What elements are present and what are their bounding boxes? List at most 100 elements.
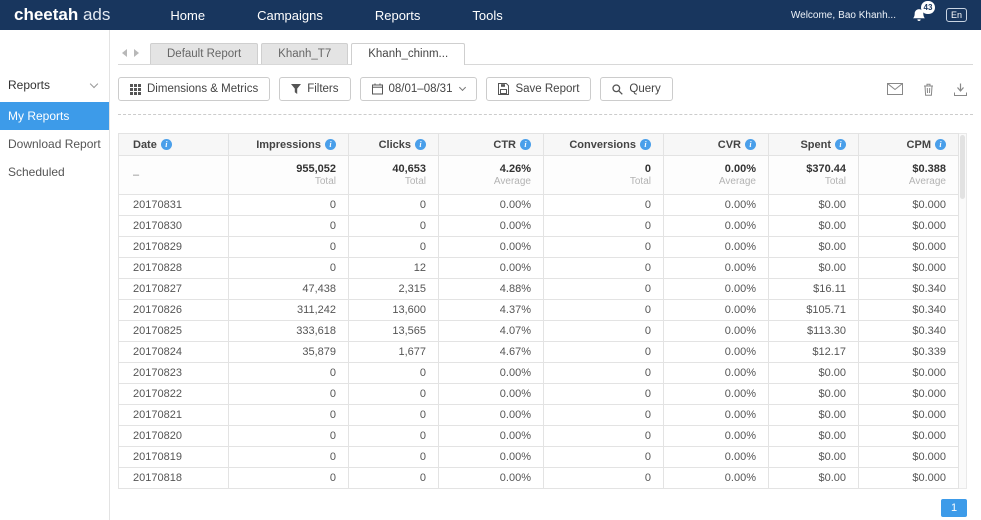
tab-scroll-left-icon[interactable]	[118, 44, 130, 62]
column-header-cpm[interactable]: CPM	[858, 133, 959, 156]
cell-impressions: 0	[228, 425, 349, 447]
sidebar-items: My Reports Download Report Scheduled	[0, 102, 109, 186]
table-row: 20170828 0 12 0.00% 0 0.00% $0.00 $0.000	[118, 257, 959, 279]
save-report-button[interactable]: Save Report	[486, 77, 592, 101]
cell-ctr: 0.00%	[438, 194, 544, 216]
tab-default-report[interactable]: Default Report	[150, 43, 259, 64]
report-table-wrap: Date Impressions Clicks CTR Conversions …	[118, 133, 973, 489]
page-body: Reports My Reports Download Report Schedul…	[0, 30, 981, 520]
cell-cvr: 0.00%	[663, 299, 769, 321]
nav-item-reports[interactable]: Reports	[375, 8, 421, 23]
trash-icon[interactable]	[923, 83, 934, 96]
search-icon	[612, 83, 624, 95]
cell-clicks: 13,600	[348, 299, 439, 321]
notifications-bell-icon[interactable]: 43	[912, 1, 935, 22]
cell-impressions: 0	[228, 404, 349, 426]
welcome-label: Welcome,	[790, 9, 836, 21]
sidebar-item-download-report[interactable]: Download Report	[0, 130, 109, 158]
cell-cvr: 0.00%	[663, 194, 769, 216]
cell-impressions: 0	[228, 257, 349, 279]
date-range-button[interactable]: 08/01–08/31	[359, 77, 478, 101]
email-icon[interactable]	[887, 83, 903, 95]
top-navbar: cheetah ads Home Campaigns Reports Tools We…	[0, 0, 981, 30]
filters-button[interactable]: Filters	[279, 77, 351, 101]
content-area: Default Report Khanh_T7 Khanh_chinm... Dim…	[110, 30, 981, 520]
cell-conversions: 0	[543, 320, 664, 342]
sidebar-item-my-reports[interactable]: My Reports	[0, 102, 109, 130]
tab-khanh-chinm-[interactable]: Khanh_chinm...	[351, 43, 466, 65]
column-header-date[interactable]: Date	[118, 133, 229, 156]
cell-cvr: 0.00%	[663, 425, 769, 447]
info-icon[interactable]	[415, 138, 426, 150]
main-nav: Home Campaigns Reports Tools	[170, 8, 502, 23]
cell-cvr: 0.00%	[663, 257, 769, 279]
cell-ctr: 4.67%	[438, 341, 544, 363]
user-menu[interactable]: Welcome, Bao Khanh...	[791, 10, 896, 21]
cell-ctr: 0.00%	[438, 236, 544, 258]
cell-impressions: 35,879	[228, 341, 349, 363]
cell-conversions: 0	[543, 362, 664, 384]
nav-item-tools[interactable]: Tools	[472, 8, 502, 23]
info-icon[interactable]	[325, 138, 336, 150]
sidebar: Reports My Reports Download Report Schedul…	[0, 30, 110, 520]
cell-clicks: 12	[348, 257, 439, 279]
language-selector[interactable]: En	[945, 8, 967, 22]
cell-spent: $0.00	[768, 404, 859, 426]
cell-ctr: 0.00%	[438, 362, 544, 384]
cell-impressions: 333,618	[228, 320, 349, 342]
column-header-spent[interactable]: Spent	[768, 133, 859, 156]
cell-conversions: 0	[543, 383, 664, 405]
sidebar-section-reports[interactable]: Reports	[0, 72, 109, 102]
scrollbar-thumb[interactable]	[960, 135, 965, 199]
dimensions-metrics-button[interactable]: Dimensions & Metrics	[118, 77, 271, 101]
nav-item-campaigns[interactable]: Campaigns	[257, 8, 323, 23]
info-icon[interactable]	[160, 138, 172, 150]
cell-ctr: 0.00%	[438, 467, 544, 489]
cell-cvr: 0.00%	[663, 236, 769, 258]
column-label: Impressions	[256, 138, 321, 151]
column-header-cvr[interactable]: CVR	[663, 133, 769, 156]
cell-clicks: 2,315	[348, 278, 439, 300]
info-icon[interactable]	[745, 138, 756, 150]
brand-light: ads	[78, 5, 111, 24]
column-header-conversions[interactable]: Conversions	[543, 133, 664, 156]
cell-date: 20170822	[118, 383, 229, 405]
info-icon[interactable]	[835, 138, 846, 150]
cell-cpm: $0.388 Average	[858, 155, 959, 195]
cell-cpm: $0.000	[858, 257, 959, 279]
column-header-impressions[interactable]: Impressions	[228, 133, 349, 156]
column-header-clicks[interactable]: Clicks	[348, 133, 439, 156]
column-header-ctr[interactable]: CTR	[438, 133, 544, 156]
cell-cpm: $0.340	[858, 278, 959, 300]
cell-spent: $0.00	[768, 446, 859, 468]
table-scrollbar[interactable]	[959, 133, 967, 489]
download-icon[interactable]	[954, 83, 967, 96]
info-icon[interactable]	[520, 138, 531, 150]
cell-impressions: 0	[228, 467, 349, 489]
page-button-1[interactable]: 1	[941, 499, 967, 517]
cell-ctr: 0.00%	[438, 425, 544, 447]
cell-date: 20170821	[118, 404, 229, 426]
cell-spent: $0.00	[768, 236, 859, 258]
table-row: 20170818 0 0 0.00% 0 0.00% $0.00 $0.000	[118, 467, 959, 489]
brand-logo[interactable]: cheetah ads	[14, 5, 110, 25]
cell-cpm: $0.000	[858, 362, 959, 384]
toolbar: Dimensions & Metrics Filters 08/01–08/31…	[118, 77, 973, 101]
filters-label: Filters	[307, 83, 339, 95]
cell-date: 20170823	[118, 362, 229, 384]
tab-scroll-right-icon[interactable]	[130, 44, 142, 62]
table-row: 20170829 0 0 0.00% 0 0.00% $0.00 $0.000	[118, 236, 959, 258]
cell-date: 20170824	[118, 341, 229, 363]
cell-clicks: 1,677	[348, 341, 439, 363]
sidebar-section-label: Reports	[8, 78, 51, 92]
nav-item-home[interactable]: Home	[170, 8, 205, 23]
cell-impressions: 311,242	[228, 299, 349, 321]
cell-clicks: 13,565	[348, 320, 439, 342]
info-icon[interactable]	[935, 138, 946, 150]
info-icon[interactable]	[640, 138, 651, 150]
sidebar-item-scheduled[interactable]: Scheduled	[0, 158, 109, 186]
column-label: Spent	[800, 138, 831, 151]
tab-khanh-t7[interactable]: Khanh_T7	[261, 43, 349, 64]
cell-cvr: 0.00%	[663, 383, 769, 405]
query-button[interactable]: Query	[600, 77, 673, 101]
